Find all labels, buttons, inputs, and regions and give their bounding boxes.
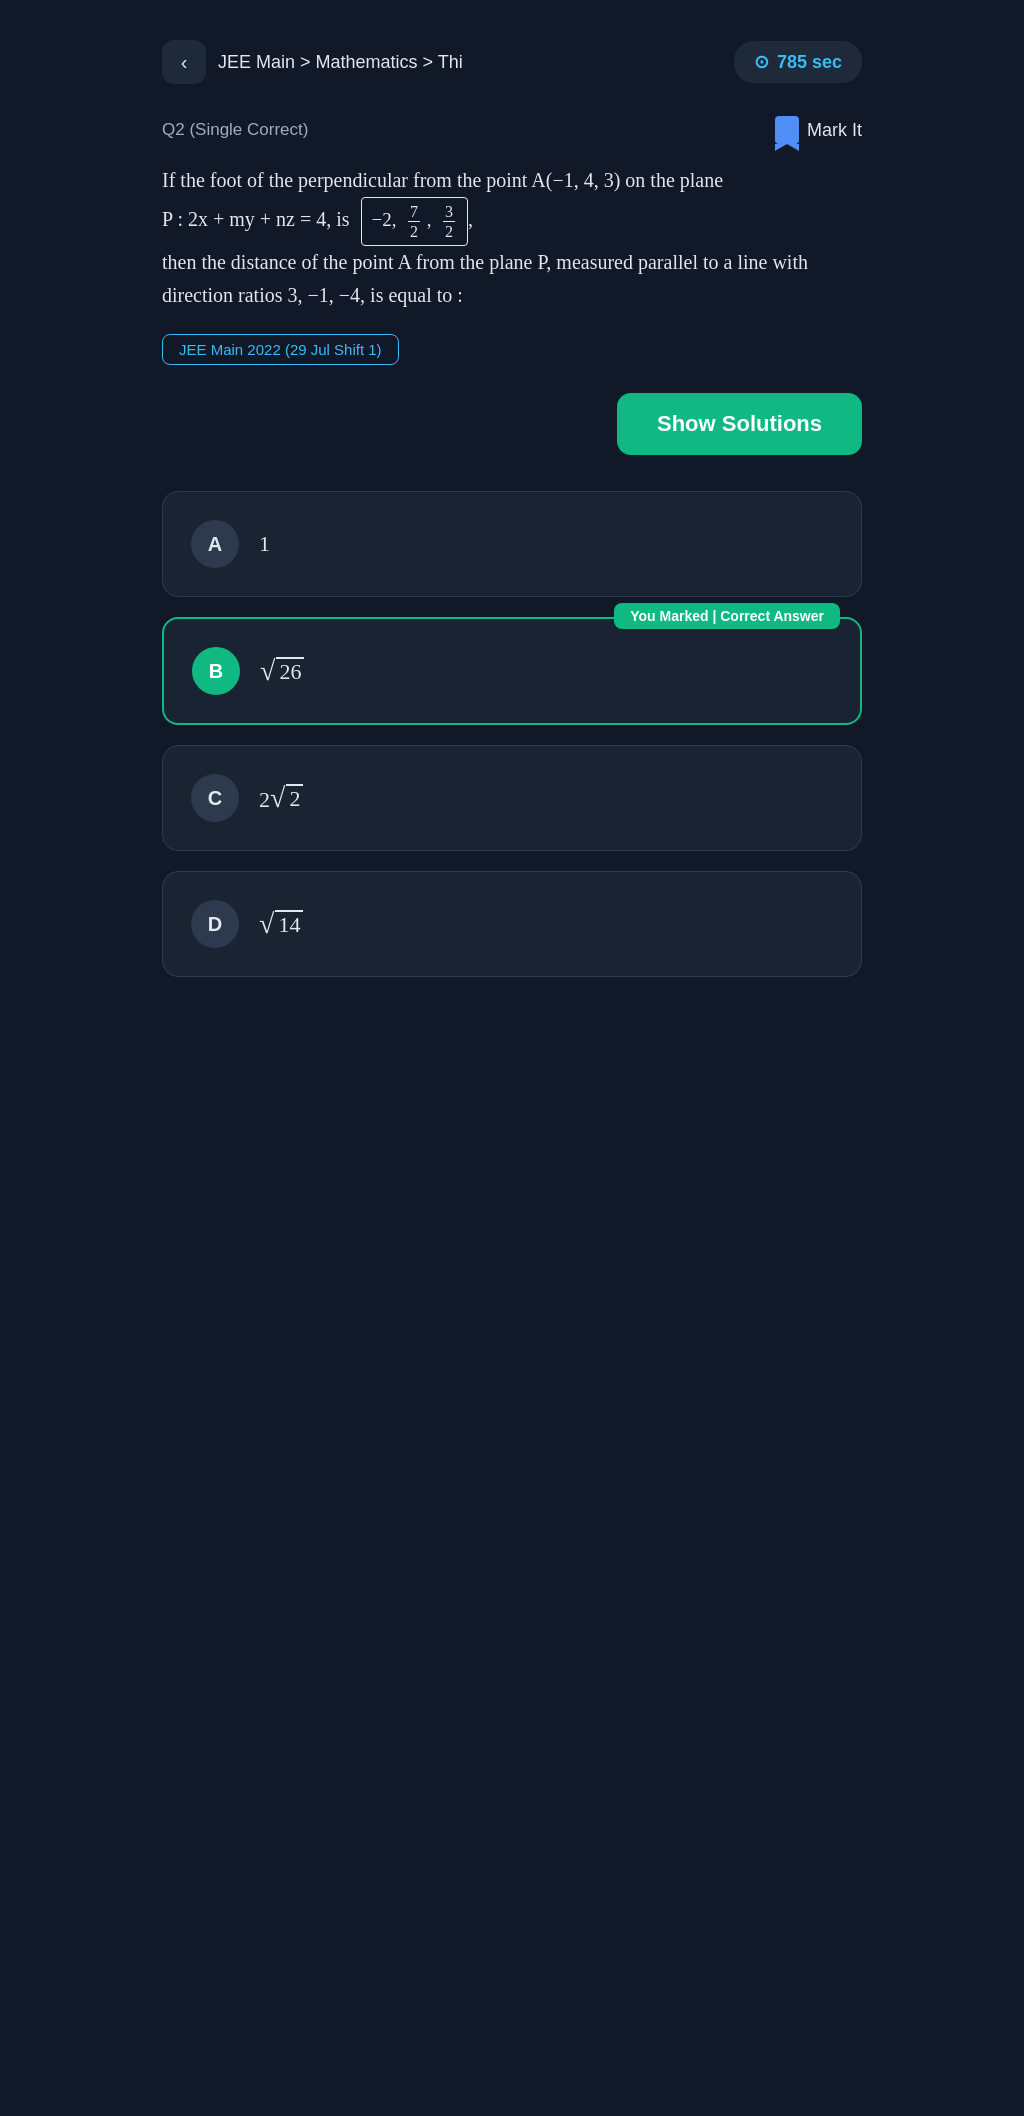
correct-answer-label: You Marked | Correct Answer — [614, 603, 840, 629]
question-body: If the foot of the perpendicular from th… — [162, 164, 862, 312]
timer-value: 785 sec — [777, 52, 842, 73]
timer-icon: ⊙ — [754, 51, 769, 73]
mark-it-button[interactable]: Mark It — [775, 116, 862, 144]
options-list: A 1 You Marked | Correct Answer B √26 C … — [162, 491, 862, 977]
option-c-text: 2 √2 — [259, 784, 303, 813]
option-a[interactable]: A 1 — [162, 491, 862, 597]
option-c[interactable]: C 2 √2 — [162, 745, 862, 851]
bookmark-icon — [775, 116, 799, 144]
option-d-circle: D — [191, 900, 239, 948]
sqrt-content-c: 2 — [286, 784, 303, 812]
back-icon: ‹ — [181, 51, 188, 74]
sqrt-symbol-d: √ — [259, 910, 274, 938]
breadcrumb: JEE Main > Mathematics > Thi — [218, 52, 463, 73]
option-a-text: 1 — [259, 531, 270, 557]
option-b-circle: B — [192, 647, 240, 695]
show-solutions-button[interactable]: Show Solutions — [617, 393, 862, 455]
header-left: ‹ JEE Main > Mathematics > Thi — [162, 40, 463, 84]
back-button[interactable]: ‹ — [162, 40, 206, 84]
sqrt-content-b: 26 — [276, 657, 304, 685]
question-header: Q2 (Single Correct) Mark It — [162, 116, 862, 144]
option-a-circle: A — [191, 520, 239, 568]
option-b[interactable]: You Marked | Correct Answer B √26 — [162, 617, 862, 725]
solutions-section: Show Solutions — [162, 393, 862, 455]
question-type: Q2 (Single Correct) — [162, 120, 308, 140]
sqrt-content-d: 14 — [275, 910, 303, 938]
question-tag: JEE Main 2022 (29 Jul Shift 1) — [162, 334, 399, 365]
mark-it-label: Mark It — [807, 120, 862, 141]
option-c-circle: C — [191, 774, 239, 822]
option-d-text: √14 — [259, 910, 303, 939]
header: ‹ JEE Main > Mathematics > Thi ⊙ 785 sec — [162, 40, 862, 84]
sqrt-symbol-c: √ — [270, 784, 285, 812]
timer-badge: ⊙ 785 sec — [734, 41, 862, 83]
option-d[interactable]: D √14 — [162, 871, 862, 977]
sqrt-symbol-b: √ — [260, 657, 275, 685]
option-b-text: √26 — [260, 657, 304, 686]
